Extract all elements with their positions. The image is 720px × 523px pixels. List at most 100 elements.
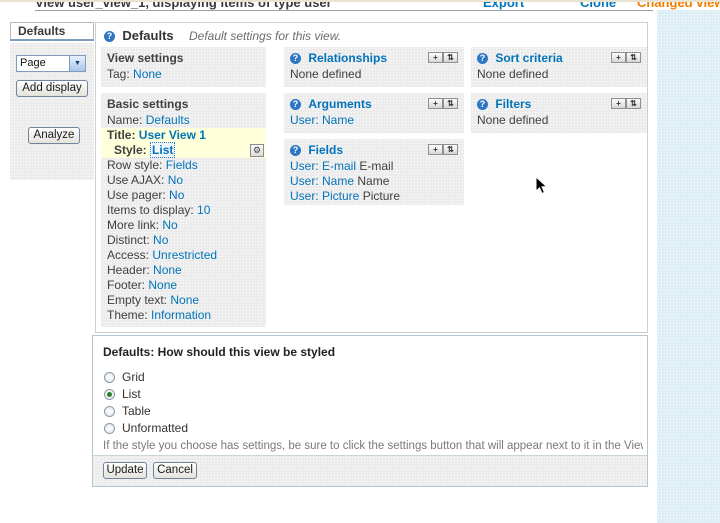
radio-checked-icon[interactable]: [104, 389, 115, 400]
items-to-display-value-link[interactable]: 10: [197, 203, 210, 217]
tag-value-link[interactable]: None: [133, 67, 162, 81]
add-icon[interactable]: +: [428, 144, 443, 155]
theme-value-link[interactable]: Information: [151, 308, 211, 322]
header-value-link[interactable]: None: [153, 263, 182, 277]
help-icon[interactable]: ?: [290, 53, 301, 64]
setting-label: Access:: [107, 248, 149, 262]
fields-box: ? Fields +⇅ User: E-mail E-mail User: Na…: [284, 139, 464, 205]
setting-row: Theme: Information: [101, 308, 266, 323]
help-icon[interactable]: ?: [477, 53, 488, 64]
title-divider: [35, 10, 653, 11]
title-value-link[interactable]: User View 1: [139, 128, 206, 142]
arguments-box: ? Arguments +⇅ User: Name: [284, 93, 464, 133]
add-icon[interactable]: +: [428, 52, 443, 63]
basic-settings-box: Basic settings Name: Defaults Title: Use…: [101, 93, 266, 327]
setting-label: Theme:: [107, 308, 148, 322]
style-settings-gear-icon[interactable]: ⚙: [250, 144, 264, 157]
setting-label: Use pager:: [107, 188, 166, 202]
setting-label: Items to display:: [107, 203, 194, 217]
argument-item: User: Name: [284, 113, 464, 128]
clone-link[interactable]: Clone: [580, 2, 616, 10]
radio-label: Grid: [122, 370, 145, 384]
fields-title-link[interactable]: Fields: [308, 143, 343, 157]
export-link[interactable]: Export: [483, 2, 524, 10]
field-link[interactable]: User: E-mail: [290, 159, 356, 173]
radio-icon[interactable]: [104, 423, 115, 434]
setting-row-style: Style: List ⚙: [101, 143, 266, 158]
empty-text: None defined: [471, 113, 647, 128]
radio-option-unformatted[interactable]: Unformatted: [104, 421, 188, 435]
rearrange-icon[interactable]: ⇅: [443, 144, 458, 155]
row-style-value-link[interactable]: Fields: [166, 158, 198, 172]
arguments-title-link[interactable]: Arguments: [308, 97, 371, 111]
field-item: User: Picture Picture: [284, 189, 464, 204]
field-label: E-mail: [359, 159, 393, 173]
radio-option-grid[interactable]: Grid: [104, 370, 145, 384]
add-display-button[interactable]: Add display: [16, 80, 88, 97]
rearrange-icon[interactable]: ⇅: [443, 52, 458, 63]
form-title: Defaults: How should this view be styled: [103, 345, 335, 359]
setting-label: Distinct:: [107, 233, 150, 247]
sort-criteria-title-link[interactable]: Sort criteria: [495, 51, 562, 65]
tab-defaults[interactable]: Defaults: [10, 22, 94, 41]
field-link[interactable]: User: Picture: [290, 189, 359, 203]
setting-row-title: Title: User View 1: [101, 128, 266, 143]
distinct-value-link[interactable]: No: [153, 233, 168, 247]
summary-title: Defaults: [122, 28, 173, 43]
use-pager-value-link[interactable]: No: [169, 188, 184, 202]
access-value-link[interactable]: Unrestricted: [152, 248, 217, 262]
filters-title-link[interactable]: Filters: [495, 97, 531, 111]
changed-view-badge: Changed view: [637, 2, 720, 10]
help-icon[interactable]: ?: [477, 99, 488, 110]
setting-label: Empty text:: [107, 293, 167, 307]
footer-value-link[interactable]: None: [148, 278, 177, 292]
use-ajax-value-link[interactable]: No: [168, 173, 183, 187]
filters-box: ? Filters +⇅ None defined: [471, 93, 647, 133]
rearrange-icon[interactable]: ⇅: [626, 98, 641, 109]
analyze-button[interactable]: Analyze: [28, 127, 80, 144]
radio-option-table[interactable]: Table: [104, 404, 151, 418]
chevron-down-icon[interactable]: ▼: [69, 56, 85, 71]
form-button-strip: Update Cancel: [93, 455, 647, 486]
add-icon[interactable]: +: [611, 98, 626, 109]
setting-label: Title:: [107, 128, 135, 142]
radio-icon[interactable]: [104, 372, 115, 383]
setting-row: Tag: None: [101, 67, 266, 82]
add-icon[interactable]: +: [428, 98, 443, 109]
radio-option-list[interactable]: List: [104, 387, 141, 401]
rearrange-icon[interactable]: ⇅: [443, 98, 458, 109]
more-link-value-link[interactable]: No: [162, 218, 177, 232]
cancel-button[interactable]: Cancel: [153, 462, 197, 479]
setting-label: Style:: [107, 143, 147, 157]
radio-icon[interactable]: [104, 406, 115, 417]
view-page-title: View user_view_1, displaying items of ty…: [35, 2, 332, 10]
view-summary-panel: ? Defaults Default settings for this vie…: [95, 22, 648, 333]
field-link[interactable]: User: Name: [290, 174, 354, 188]
help-icon[interactable]: ?: [290, 99, 301, 110]
display-type-select[interactable]: Page ▼: [16, 55, 86, 72]
empty-text-value-link[interactable]: None: [170, 293, 199, 307]
relationships-title-link[interactable]: Relationships: [308, 51, 387, 65]
setting-label: Tag:: [107, 67, 130, 81]
update-button[interactable]: Update: [103, 462, 147, 479]
empty-text: None defined: [471, 67, 647, 82]
add-icon[interactable]: +: [611, 52, 626, 63]
help-icon[interactable]: ?: [290, 145, 301, 156]
setting-label: More link:: [107, 218, 159, 232]
summary-header: ? Defaults Default settings for this vie…: [104, 28, 341, 43]
radio-label: List: [122, 387, 141, 401]
field-label: Picture: [363, 189, 400, 203]
basic-settings-title: Basic settings: [107, 97, 260, 111]
field-label: Name: [357, 174, 389, 188]
rearrange-icon[interactable]: ⇅: [626, 52, 641, 63]
help-icon[interactable]: ?: [104, 31, 115, 42]
setting-row: Use AJAX: No: [101, 173, 266, 188]
name-value-link[interactable]: Defaults: [146, 113, 190, 127]
argument-link[interactable]: User: Name: [290, 113, 354, 127]
page-title-bar: View user_view_1, displaying items of ty…: [0, 2, 720, 10]
radio-label: Unformatted: [122, 421, 188, 435]
setting-label: Header:: [107, 263, 150, 277]
setting-label: Use AJAX:: [107, 173, 164, 187]
style-value-link[interactable]: List: [150, 142, 175, 158]
setting-row: Distinct: No: [101, 233, 266, 248]
